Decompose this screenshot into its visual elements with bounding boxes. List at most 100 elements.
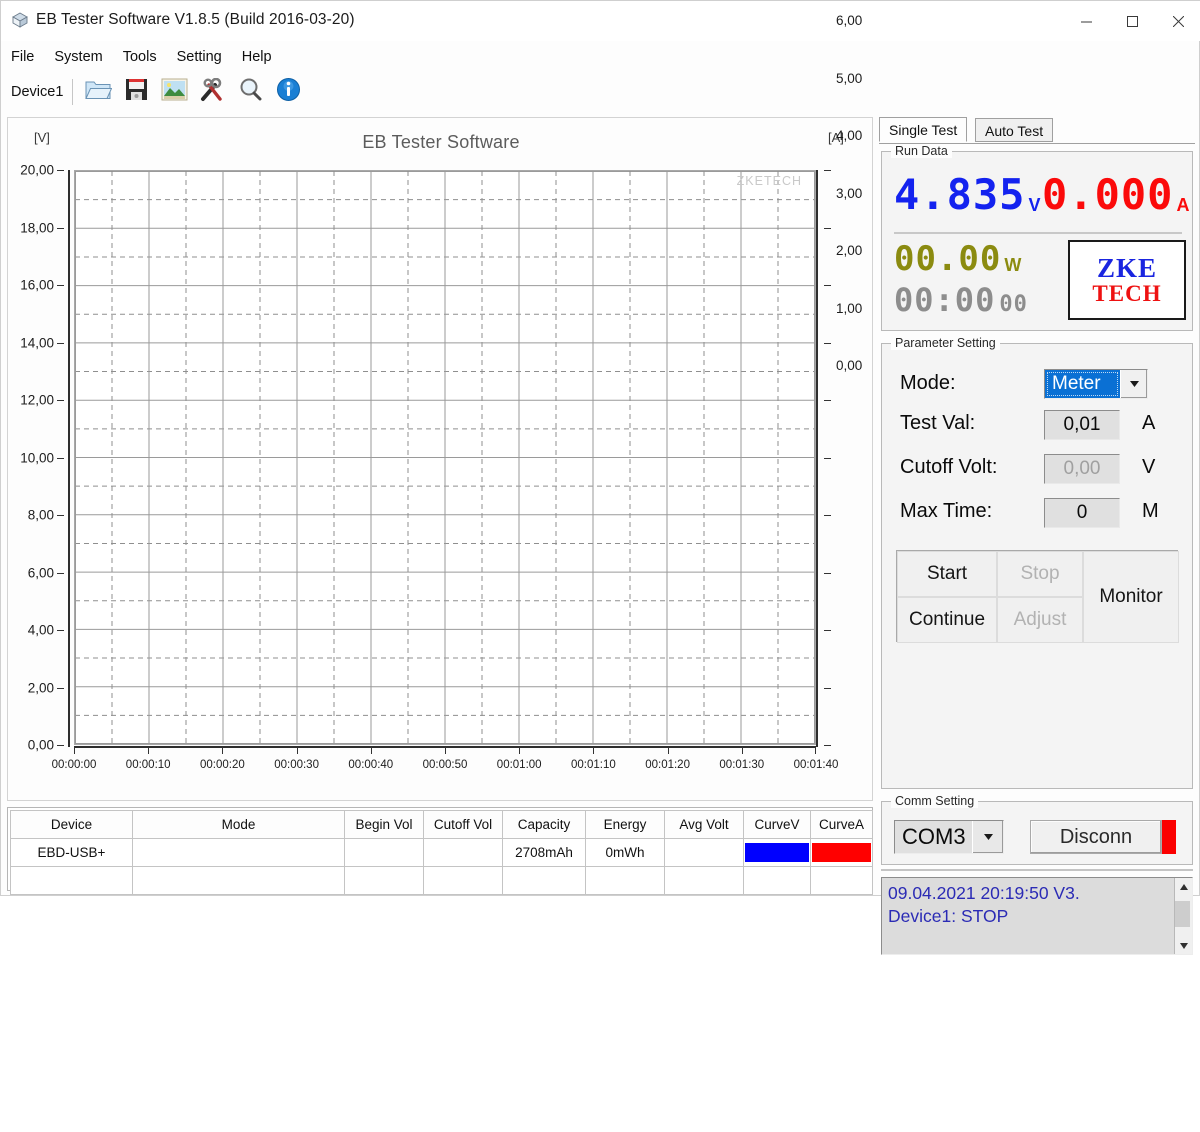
y-tick-mark-right: [824, 170, 831, 171]
current-readout: 0.000 A: [1042, 174, 1189, 216]
cell-capacity: 2708mAh: [502, 838, 586, 867]
start-button[interactable]: Start: [897, 551, 997, 597]
y-tick-mark-right: [824, 572, 831, 574]
window-title: EB Tester Software V1.8.5 (Build 2016-03…: [36, 11, 355, 28]
y-tick-mark-left: [57, 170, 64, 171]
max-time-input[interactable]: 0: [1044, 498, 1120, 528]
log-output[interactable]: 09.04.2021 20:19:50 V3. Device1: STOP: [881, 877, 1193, 955]
monitor-button[interactable]: Monitor: [1083, 551, 1179, 643]
y-tick-mark-right: [824, 400, 831, 401]
menu-tools[interactable]: Tools: [123, 47, 168, 67]
cell-mode: [132, 866, 345, 895]
scroll-down-icon[interactable]: [1175, 937, 1192, 954]
results-table-panel[interactable]: Device Mode Begin Vol Cutoff Vol Capacit…: [7, 807, 873, 895]
y-tick-label-left: 4,00: [27, 622, 54, 638]
menu-system[interactable]: System: [54, 47, 113, 67]
cube-icon: [11, 11, 29, 29]
th-capacity[interactable]: Capacity: [502, 810, 586, 839]
th-mode[interactable]: Mode: [132, 810, 345, 839]
log-scrollbar-thumb[interactable]: [1175, 901, 1190, 927]
cell-avg-volt: [664, 866, 744, 895]
picture-icon: [161, 78, 188, 106]
disconnect-button[interactable]: Disconn: [1030, 820, 1162, 854]
export-image-button[interactable]: [155, 75, 193, 109]
time-readout: 00:00 00: [894, 284, 1028, 316]
mode-label: Mode:: [900, 372, 956, 394]
com-port-select[interactable]: COM3: [894, 820, 1004, 854]
y-tick-label-left: 8,00: [27, 507, 54, 523]
th-curve-a[interactable]: CurveA: [810, 810, 873, 839]
table-header-row: Device Mode Begin Vol Cutoff Vol Capacit…: [10, 810, 873, 839]
tab-bar: Single Test Auto Test: [879, 117, 1195, 144]
th-energy[interactable]: Energy: [585, 810, 665, 839]
table-row[interactable]: EBD-USB+ 2708mAh 0mWh: [10, 838, 873, 867]
cell-begin-vol: [344, 866, 424, 895]
th-curve-v[interactable]: CurveV: [743, 810, 811, 839]
cell-curve-a[interactable]: [810, 838, 873, 867]
cell-curve-v[interactable]: [743, 866, 811, 895]
application-window: EB Tester Software V1.8.5 (Build 2016-03…: [0, 0, 1200, 955]
open-file-button[interactable]: [79, 75, 117, 109]
table-row[interactable]: [10, 866, 873, 895]
cell-cutoff-vol: [423, 838, 503, 867]
mode-select[interactable]: Meter: [1044, 369, 1148, 399]
scroll-up-icon[interactable]: [1175, 878, 1192, 895]
cutoff-volt-input[interactable]: 0,00: [1044, 454, 1120, 484]
y-tick-mark-left: [57, 342, 64, 344]
log-line-2: Device1: STOP: [888, 906, 1009, 927]
plot-grid: [75, 171, 815, 744]
menu-file[interactable]: File: [11, 47, 45, 67]
cell-avg-volt: [664, 838, 744, 867]
continue-button[interactable]: Continue: [897, 597, 997, 643]
tab-single-test[interactable]: Single Test: [879, 117, 968, 142]
run-data-title: Run Data: [891, 144, 952, 158]
y-tick-mark-right: [824, 342, 831, 344]
cell-curve-a[interactable]: [810, 866, 873, 895]
menu-setting[interactable]: Setting: [177, 47, 233, 67]
th-cutoff-vol[interactable]: Cutoff Vol: [423, 810, 503, 839]
x-tick-mark: [519, 747, 521, 754]
cell-device: [10, 866, 133, 895]
cell-capacity: [502, 866, 586, 895]
th-begin-vol[interactable]: Begin Vol: [344, 810, 424, 839]
chevron-down-icon[interactable]: [972, 821, 1003, 853]
y-tick-mark-right: [824, 687, 831, 689]
plot-area[interactable]: [74, 170, 816, 745]
tools-button[interactable]: [193, 75, 231, 109]
about-button[interactable]: [269, 75, 307, 109]
y-tick-mark-left: [57, 515, 64, 516]
cutoff-volt-label: Cutoff Volt:: [900, 456, 998, 478]
y-tick-label-left: 6,00: [27, 565, 54, 580]
close-button[interactable]: [1155, 1, 1200, 41]
comm-setting-title: Comm Setting: [891, 794, 979, 808]
test-val-row: Test Val:: [900, 412, 975, 435]
stop-button[interactable]: Stop: [997, 551, 1083, 597]
test-val-input[interactable]: 0,01: [1044, 410, 1120, 440]
chevron-down-icon[interactable]: [1120, 370, 1147, 398]
x-tick-mark: [296, 747, 298, 754]
th-avg-volt[interactable]: Avg Volt: [664, 810, 744, 839]
chart-panel[interactable]: EB Tester Software [V] [A] ZKETECH 0,00 2…: [7, 13, 873, 801]
y-tick-label-left: 20,00: [20, 162, 54, 178]
adjust-button[interactable]: Adjust: [997, 597, 1083, 643]
zoom-button[interactable]: [231, 75, 269, 109]
cell-curve-v[interactable]: [743, 838, 811, 867]
x-tick-label: 00:01:40: [793, 759, 839, 771]
tab-auto-test[interactable]: Auto Test: [975, 118, 1054, 142]
log-text: 09.04.2021 20:19:50 V3. Device1: STOP: [882, 878, 1174, 954]
power-value: 00.00: [894, 239, 1002, 279]
y-axis-right-spine: [816, 170, 818, 747]
y-tick-mark-right: [824, 515, 831, 516]
y-tick-mark-right: [824, 457, 831, 459]
com-port-value: COM3: [902, 824, 966, 849]
x-axis-ticks: 00:00:00 00:00:10 00:00:20 00:00:30 00:00:40…: [52, 747, 838, 787]
max-time-label: Max Time:: [900, 500, 993, 522]
logo-bottom-text: TECH: [1092, 281, 1162, 306]
menu-help[interactable]: Help: [242, 47, 283, 67]
max-time-value: 0: [1076, 502, 1088, 523]
curve-a-color-swatch: [812, 843, 871, 862]
info-icon: [276, 77, 301, 107]
th-device[interactable]: Device: [10, 810, 133, 839]
save-file-button[interactable]: [117, 75, 155, 109]
cutoff-volt-value: 0,00: [1063, 458, 1101, 479]
